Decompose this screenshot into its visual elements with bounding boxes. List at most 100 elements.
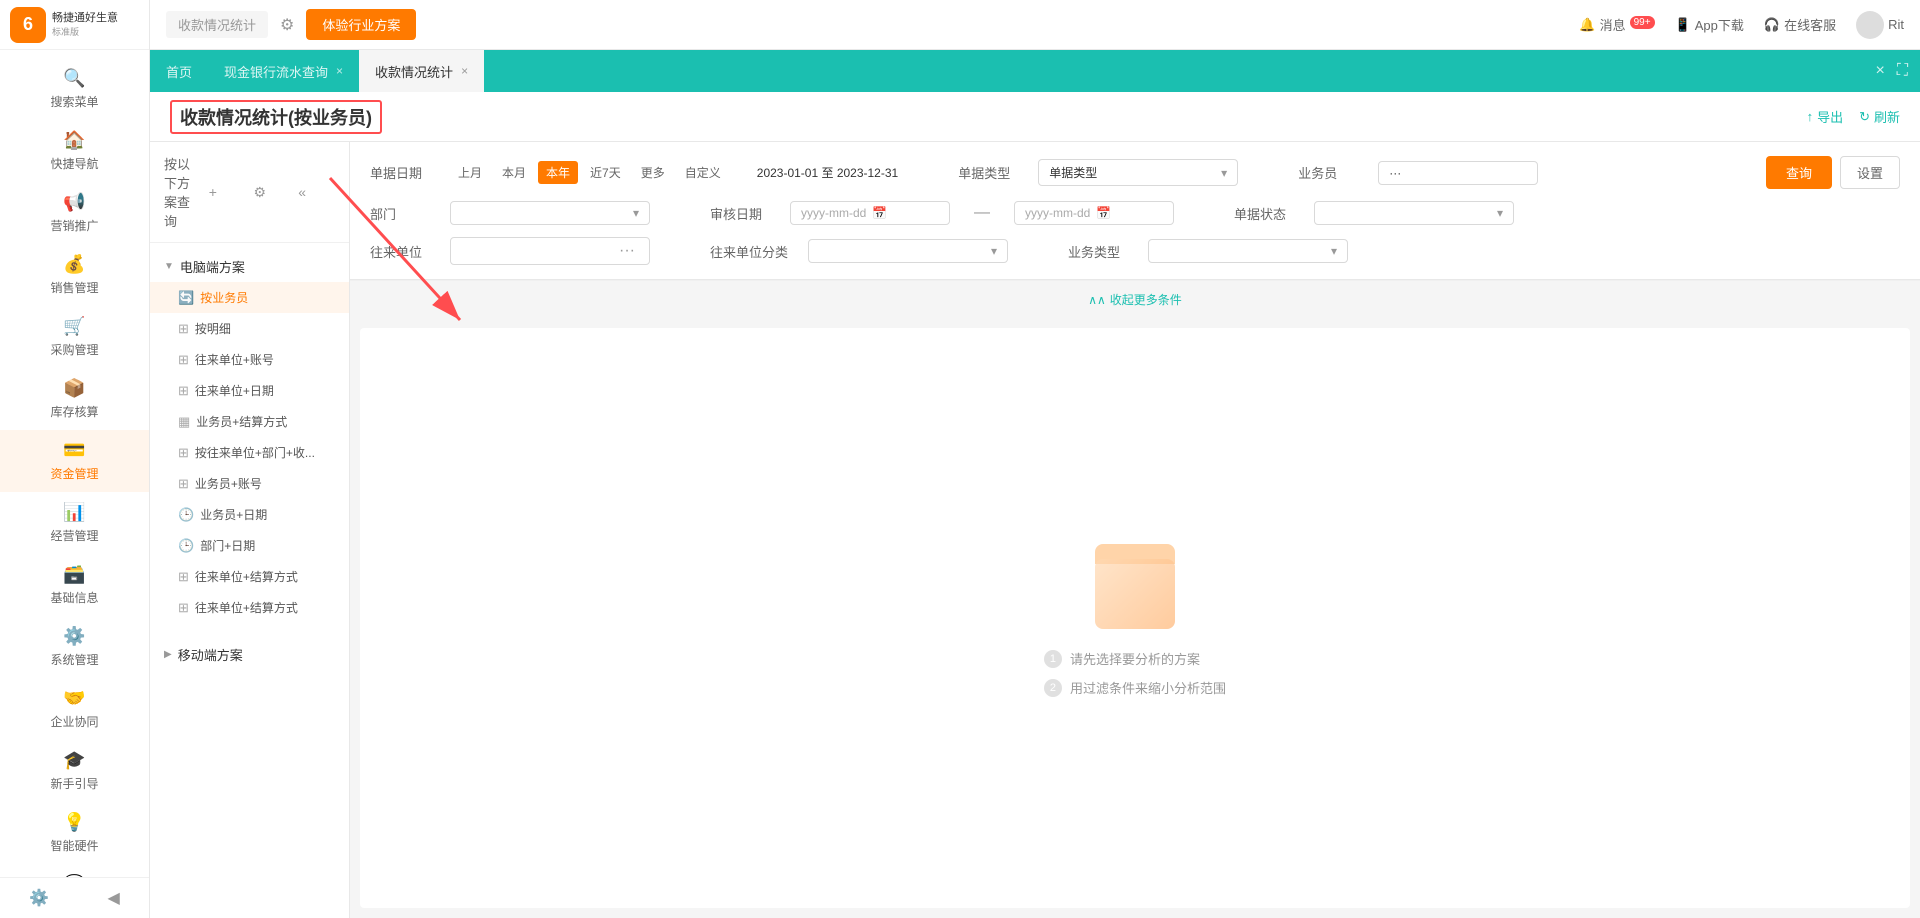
- tab-home[interactable]: 首页: [150, 50, 208, 92]
- sidebar-item-enterprise[interactable]: 🤝 企业协同: [0, 678, 149, 740]
- partner-more-btn[interactable]: ···: [619, 242, 635, 260]
- guide-icon: 🎓: [63, 750, 85, 771]
- refresh-button[interactable]: ↻ 刷新: [1859, 107, 1900, 126]
- query-button[interactable]: 查询: [1766, 156, 1832, 189]
- scheme-group-mobile-title[interactable]: ▶ 移动端方案: [150, 639, 349, 670]
- business-type-select[interactable]: ▾: [1148, 239, 1348, 263]
- scheme-setting-btn[interactable]: ⚙: [254, 184, 291, 201]
- scheme-item-detail[interactable]: ⊞ 按明细: [150, 313, 349, 344]
- detail-icon: ⊞: [178, 321, 189, 337]
- empty-illustration: [1075, 529, 1195, 629]
- sidebar-item-sales[interactable]: 💰 销售管理: [0, 244, 149, 306]
- chevron-down-icon: ▼: [164, 261, 174, 272]
- tab-close-all-btn[interactable]: ×: [1875, 62, 1884, 80]
- sidebar-item-guide[interactable]: 🎓 新手引导: [0, 740, 149, 802]
- partner-select[interactable]: ···: [450, 237, 650, 265]
- scheme-item-partner-account[interactable]: ⊞ 往来单位+账号: [150, 344, 349, 375]
- scheme-collapse-btn[interactable]: «: [298, 184, 335, 200]
- scheme-item-salesperson-settle[interactable]: ▦ 业务员+结算方式: [150, 406, 349, 437]
- review-date-from-input[interactable]: yyyy-mm-dd 📅: [790, 201, 950, 225]
- trial-button[interactable]: 体验行业方案: [306, 9, 416, 40]
- logo-area: 6 畅捷通好生意 标准版: [0, 0, 149, 50]
- scheme-item-partner-dept-label: 按往来单位+部门+收...: [195, 444, 315, 461]
- filter-row-partner: 往来单位 ··· 往来单位分类 ▾ 业务类型 ▾: [370, 237, 1900, 265]
- scheme-item-salesperson-account[interactable]: ⊞ 业务员+账号: [150, 468, 349, 499]
- sidebar-item-search[interactable]: 🔍 搜索菜单: [0, 58, 149, 120]
- sidebar-item-system[interactable]: ⚙️ 系统管理: [0, 616, 149, 678]
- export-button[interactable]: ↑ 导出: [1807, 107, 1844, 126]
- logo-text-area: 畅捷通好生意 标准版: [52, 11, 118, 38]
- sidebar-label-marketing: 营销推广: [50, 217, 98, 234]
- scheme-add-btn[interactable]: +: [209, 184, 246, 200]
- tab-collection-label: 收款情况统计: [375, 62, 453, 81]
- setting-button[interactable]: 设置: [1840, 156, 1900, 189]
- partner-category-select[interactable]: ▾: [808, 239, 1008, 263]
- sidebar-label-capital: 资金管理: [50, 465, 98, 482]
- app-download-item[interactable]: 📱 App下载: [1675, 15, 1744, 34]
- sidebar-item-hardware[interactable]: 💡 智能硬件: [0, 802, 149, 864]
- sidebar-settings-btn[interactable]: ⚙️: [29, 888, 49, 908]
- scheme-group-mobile-label: 移动端方案: [178, 645, 243, 664]
- review-date-to-input[interactable]: yyyy-mm-dd 📅: [1014, 201, 1174, 225]
- user-avatar: [1856, 11, 1884, 39]
- scheme-panel-title: 按以下方案查询: [164, 154, 201, 230]
- tab-collection[interactable]: 收款情况统计 ×: [359, 50, 484, 92]
- user-profile-item[interactable]: Rit: [1856, 11, 1904, 39]
- header-right: 🔔 消息 99+ 📱 App下载 🎧 在线客服 Rit: [1579, 11, 1904, 39]
- sidebar-label-basic: 基础信息: [50, 589, 98, 606]
- main-content: 收款情况统计 ⚙ 体验行业方案 🔔 消息 99+ 📱 App下载 🎧 在线客服 …: [150, 0, 1920, 918]
- sidebar-label-system: 系统管理: [50, 651, 98, 668]
- sidebar-item-inventory[interactable]: 📦 库存核算: [0, 368, 149, 430]
- salesperson-date-icon: 🕒: [178, 507, 194, 523]
- date-tab-more[interactable]: 更多: [633, 161, 673, 184]
- tab-bank-close[interactable]: ×: [336, 64, 343, 78]
- scheme-item-salesperson-date[interactable]: 🕒 业务员+日期: [150, 499, 349, 530]
- date-tab-this-month[interactable]: 本月: [494, 161, 534, 184]
- sidebar-label-quicknav: 快捷导航: [50, 155, 98, 172]
- sidebar-item-wechat[interactable]: 💬 企业微信: [0, 864, 149, 877]
- empty-hints: 1 请先选择要分析的方案 2 用过滤条件来缩小分析范围: [1044, 649, 1226, 707]
- sidebar-collapse-btn[interactable]: ◀: [107, 888, 119, 908]
- scheme-item-partner-settle2[interactable]: ⊞ 往来单位+结算方式: [150, 592, 349, 623]
- tab-bank[interactable]: 现金银行流水查询 ×: [208, 50, 359, 92]
- salesperson-select[interactable]: ···: [1378, 161, 1538, 185]
- online-service-item[interactable]: 🎧 在线客服: [1764, 15, 1836, 34]
- scheme-item-partner-settle1[interactable]: ⊞ 往来单位+结算方式: [150, 561, 349, 592]
- partner-dept-icon: ⊞: [178, 445, 189, 461]
- notification-badge: 99+: [1630, 16, 1655, 29]
- bell-icon: 🔔: [1579, 17, 1595, 33]
- tab-home-label: 首页: [166, 62, 192, 81]
- notification-item[interactable]: 🔔 消息 99+: [1579, 15, 1654, 34]
- sidebar-item-operations[interactable]: 📊 经营管理: [0, 492, 149, 554]
- doc-status-select[interactable]: ▾: [1314, 201, 1514, 225]
- service-icon: 🎧: [1764, 17, 1780, 33]
- sidebar-item-marketing[interactable]: 📢 营销推广: [0, 182, 149, 244]
- collapse-bar[interactable]: ∧∧ 收起更多条件: [350, 280, 1920, 318]
- empty-hint-1: 1 请先选择要分析的方案: [1044, 649, 1226, 668]
- doc-type-select[interactable]: 单据类型 ▾: [1038, 159, 1238, 186]
- tab-collection-close[interactable]: ×: [461, 64, 468, 78]
- date-tab-last-month[interactable]: 上月: [450, 161, 490, 184]
- calendar-icon: 📅: [872, 206, 887, 220]
- scheme-panel: 按以下方案查询 + ⚙ « ▼ 电脑端方案 🔄 按业务员 ⊞: [150, 142, 350, 918]
- sidebar-item-basic[interactable]: 🗃️ 基础信息: [0, 554, 149, 616]
- tab-fullscreen-btn[interactable]: ⛶: [1897, 62, 1908, 80]
- calendar-icon2: 📅: [1096, 206, 1111, 220]
- scheme-item-partner-date[interactable]: ⊞ 往来单位+日期: [150, 375, 349, 406]
- scheme-item-dept-date[interactable]: 🕒 部门+日期: [150, 530, 349, 561]
- date-tab-last7days[interactable]: 近7天: [582, 161, 629, 184]
- hint-text-2: 用过滤条件来缩小分析范围: [1070, 678, 1226, 697]
- scheme-item-partner-settle2-label: 往来单位+结算方式: [195, 599, 298, 616]
- scheme-item-salesperson[interactable]: 🔄 按业务员: [150, 282, 349, 313]
- sidebar-item-purchase[interactable]: 🛒 采购管理: [0, 306, 149, 368]
- date-tab-this-year[interactable]: 本年: [538, 161, 578, 184]
- dept-label: 部门: [370, 204, 430, 223]
- sidebar-nav: 🔍 搜索菜单 🏠 快捷导航 📢 营销推广 💰 销售管理 🛒 采购管理 📦 库存核…: [0, 50, 149, 877]
- dept-select[interactable]: ▾: [450, 201, 650, 225]
- gear-icon[interactable]: ⚙: [280, 15, 294, 35]
- scheme-group-desktop-title[interactable]: ▼ 电脑端方案: [150, 251, 349, 282]
- scheme-item-partner-dept[interactable]: ⊞ 按往来单位+部门+收...: [150, 437, 349, 468]
- sidebar-item-quicknav[interactable]: 🏠 快捷导航: [0, 120, 149, 182]
- date-tab-custom[interactable]: 自定义: [677, 161, 729, 184]
- sidebar-item-capital[interactable]: 💳 资金管理: [0, 430, 149, 492]
